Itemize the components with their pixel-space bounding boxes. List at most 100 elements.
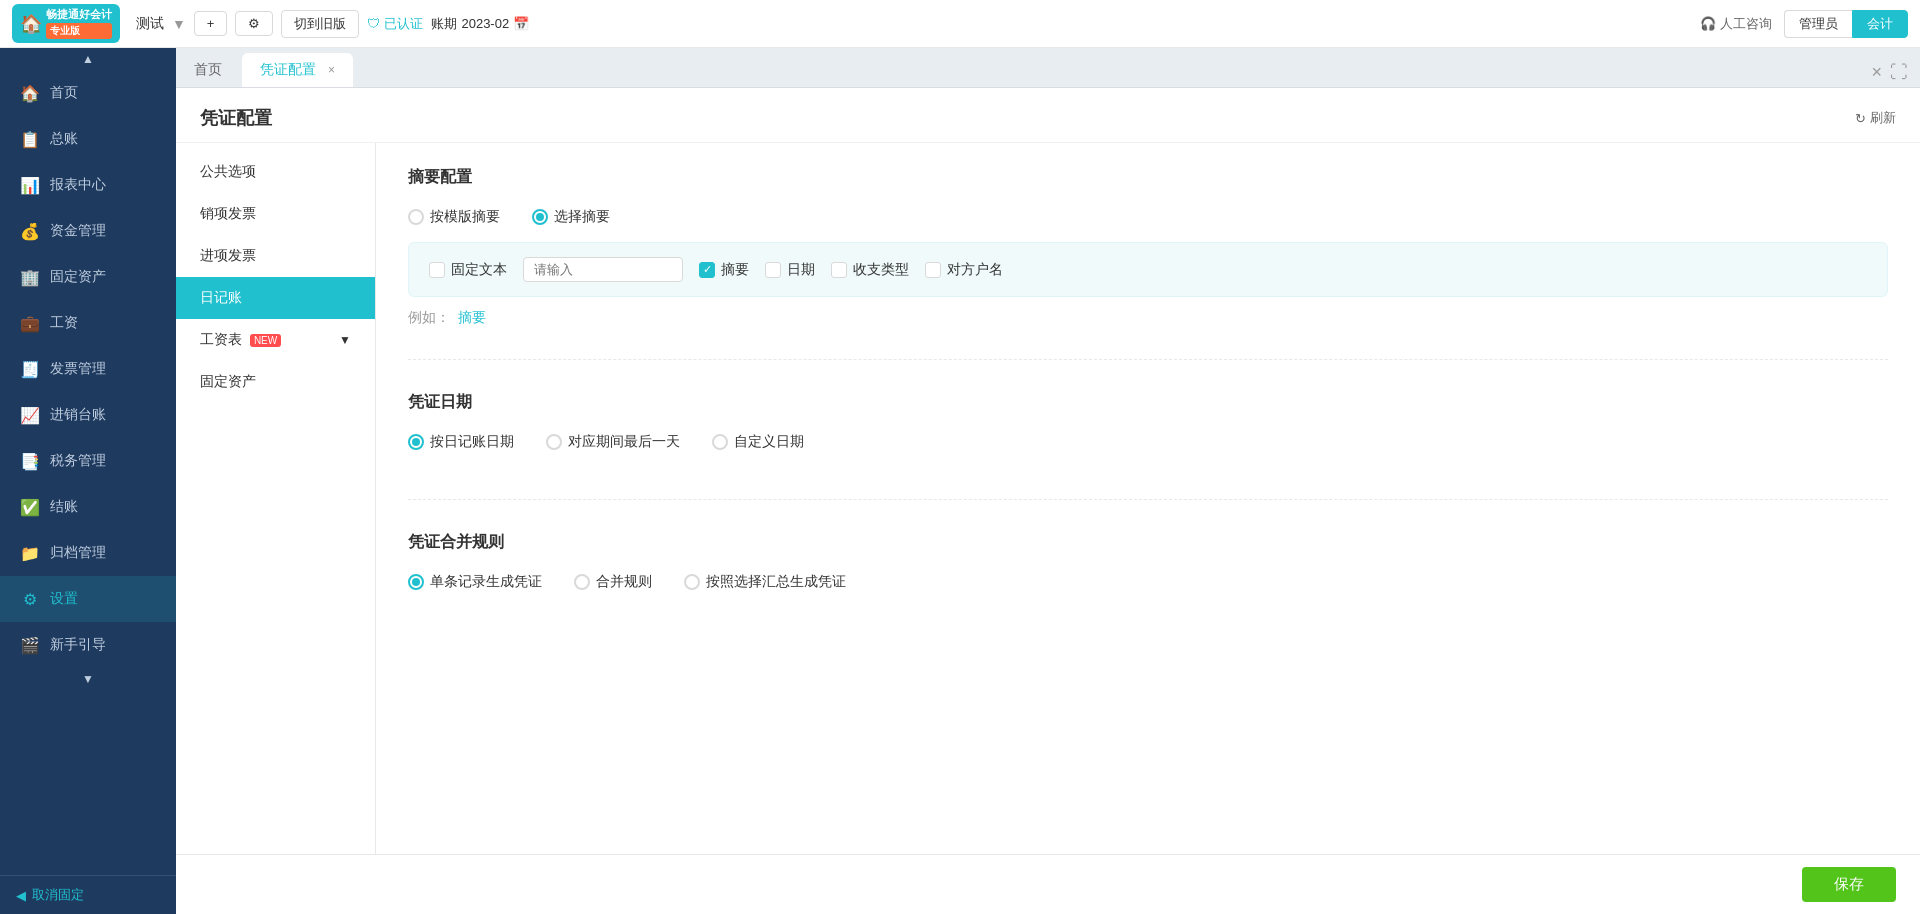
sidebar-label-tax: 税务管理 [50,452,106,470]
checkbox-box-counterparty [925,262,941,278]
tax-icon: 📑 [20,451,40,471]
headset-icon: 🎧 [1700,16,1716,31]
radio-journal-date[interactable]: 按日记账日期 [408,433,514,451]
checkbox-box-fixed-text [429,262,445,278]
sidebar-item-settings[interactable]: ⚙ 设置 [0,576,176,622]
save-button[interactable]: 保存 [1802,867,1896,902]
radio-circle-single [408,574,424,590]
manager-button[interactable]: 管理员 [1784,10,1852,38]
dropdown-icon[interactable]: ▼ [172,16,186,32]
close-window-button[interactable]: × [1871,62,1882,83]
summary-checkbox-row: 固定文本 摘要 日期 [408,242,1888,297]
sidebar-item-tax[interactable]: 📑 税务管理 [0,438,176,484]
guide-icon: 🎬 [20,635,40,655]
sidebar-label-reports: 报表中心 [50,176,106,194]
cancel-fixed-icon: ◀ [16,888,26,903]
refresh-button[interactable]: ↻ 刷新 [1855,109,1896,127]
checkbox-counterparty[interactable]: 对方户名 [925,261,1003,279]
settlement-icon: ✅ [20,497,40,517]
service-button[interactable]: 🎧 人工咨询 [1700,15,1772,33]
accountant-button[interactable]: 会计 [1852,10,1908,38]
invoice-icon: 🧾 [20,359,40,379]
sidebar-scroll-down[interactable]: ▼ [0,668,176,690]
left-nav-payroll-table[interactable]: 工资表 NEW ▼ [176,319,375,361]
sidebar-item-home[interactable]: 🏠 首页 [0,70,176,116]
tab-actions: × ⛶ [1859,62,1920,87]
sidebar-label-settings: 设置 [50,590,78,608]
radio-summary-generate[interactable]: 按照选择汇总生成凭证 [684,573,846,591]
radio-merge-rule[interactable]: 合并规则 [574,573,652,591]
sidebar-scroll-up[interactable]: ▲ [0,48,176,70]
sidebar-item-archive[interactable]: 📁 归档管理 [0,530,176,576]
user-buttons: 管理员 会计 [1784,10,1908,38]
radio-template-summary[interactable]: 按模版摘要 [408,208,500,226]
summary-radio-group: 按模版摘要 选择摘要 [408,208,1888,226]
sidebar-item-fixed-assets[interactable]: 🏢 固定资产 [0,254,176,300]
date-radio-group: 按日记账日期 对应期间最后一天 自定义日期 [408,433,1888,451]
capital-icon: 💰 [20,221,40,241]
sidebar: ▲ 🏠 首页 📋 总账 📊 报表中心 💰 资金管理 🏢 固定资产 💼 工资 🧾 … [0,48,176,914]
calendar-icon[interactable]: 📅 [513,16,529,31]
sidebar-item-purchase-sale[interactable]: 📈 进销台账 [0,392,176,438]
cancel-fixed-label: 取消固定 [32,886,84,904]
add-button[interactable]: + [194,11,228,36]
left-nav: 公共选项 销项发票 进项发票 日记账 工资表 [176,143,376,854]
left-nav-purchase-invoice[interactable]: 进项发票 [176,235,375,277]
merge-section-title: 凭证合并规则 [408,532,1888,553]
tab-close-icon[interactable]: × [328,63,335,77]
page-title: 凭证配置 [200,106,272,130]
page-header: 凭证配置 ↻ 刷新 [176,88,1920,143]
section-summary: 摘要配置 按模版摘要 选择摘要 [408,167,1888,360]
left-nav-sales-invoice[interactable]: 销项发票 [176,193,375,235]
checkbox-date[interactable]: 日期 [765,261,815,279]
two-panel: 公共选项 销项发票 进项发票 日记账 工资表 [176,143,1920,854]
sidebar-item-payroll[interactable]: 💼 工资 [0,300,176,346]
page-wrapper: 凭证配置 ↻ 刷新 公共选项 销项发票 进项发票 [176,88,1920,914]
settings-button[interactable]: ⚙ [235,11,273,36]
sidebar-item-guide[interactable]: 🎬 新手引导 [0,622,176,668]
certified-badge: 🛡 已认证 [367,15,423,33]
sidebar-item-reports[interactable]: 📊 报表中心 [0,162,176,208]
payroll-table-label-group: 工资表 NEW [200,331,281,349]
content-area: 首页 凭证配置 × × ⛶ 凭证配置 ↻ 刷新 [176,48,1920,914]
left-nav-journal[interactable]: 日记账 [176,277,375,319]
checkbox-fixed-text[interactable]: 固定文本 [429,261,507,279]
fixed-assets-icon: 🏢 [20,267,40,287]
date-section-title: 凭证日期 [408,392,1888,413]
radio-select-summary[interactable]: 选择摘要 [532,208,610,226]
app-logo: 🏠 畅捷通好会计 专业版 [12,4,120,43]
sidebar-item-capital[interactable]: 💰 资金管理 [0,208,176,254]
radio-single-record[interactable]: 单条记录生成凭证 [408,573,542,591]
radio-circle-merge-rule [574,574,590,590]
sidebar-label-purchase-sale: 进销台账 [50,406,106,424]
cancel-fixed-button[interactable]: ◀ 取消固定 [0,875,176,914]
topbar-right: 🎧 人工咨询 管理员 会计 [1700,10,1908,38]
checkbox-income-type[interactable]: 收支类型 [831,261,909,279]
checkbox-summary[interactable]: 摘要 [699,261,749,279]
sidebar-item-invoice[interactable]: 🧾 发票管理 [0,346,176,392]
tab-voucher-config[interactable]: 凭证配置 × [242,53,353,87]
home-icon: 🏠 [20,83,40,103]
radio-last-day[interactable]: 对应期间最后一天 [546,433,680,451]
checkbox-box-summary [699,262,715,278]
radio-custom-date[interactable]: 自定义日期 [712,433,804,451]
main-layout: ▲ 🏠 首页 📋 总账 📊 报表中心 💰 资金管理 🏢 固定资产 💼 工资 🧾 … [0,48,1920,914]
switch-version-button[interactable]: 切到旧版 [281,10,359,38]
archive-icon: 📁 [20,543,40,563]
checkbox-box-date [765,262,781,278]
sidebar-item-ledger[interactable]: 📋 总账 [0,116,176,162]
fullscreen-button[interactable]: ⛶ [1890,62,1908,83]
sidebar-label-capital: 资金管理 [50,222,106,240]
sidebar-label-ledger: 总账 [50,130,78,148]
left-nav-public[interactable]: 公共选项 [176,151,375,193]
ledger-icon: 📋 [20,129,40,149]
radio-circle-journal-date [408,434,424,450]
sidebar-item-settlement[interactable]: ✅ 结账 [0,484,176,530]
sidebar-label-guide: 新手引导 [50,636,106,654]
radio-circle-template [408,209,424,225]
sidebar-label-fixed-assets: 固定资产 [50,268,106,286]
left-nav-fixed-asset[interactable]: 固定资产 [176,361,375,403]
fixed-text-input[interactable] [523,257,683,282]
tab-home[interactable]: 首页 [176,53,240,87]
summary-section-title: 摘要配置 [408,167,1888,188]
